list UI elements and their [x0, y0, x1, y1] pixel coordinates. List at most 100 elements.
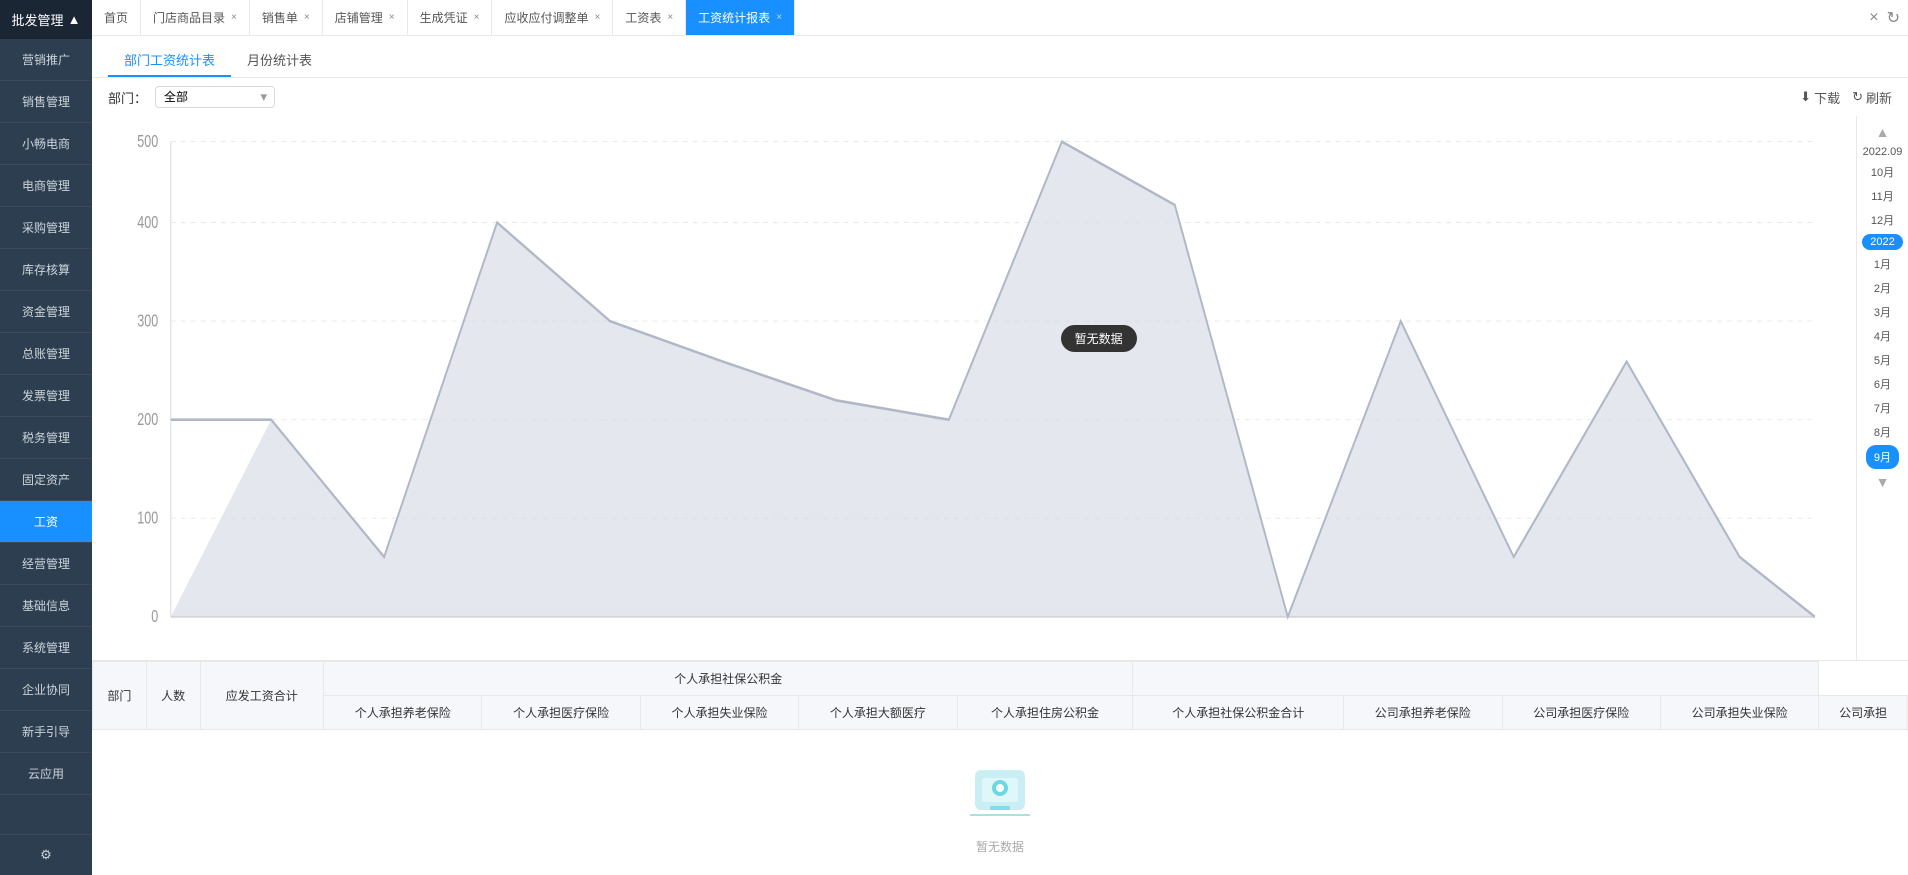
chart-svg: 0 100 200 300 400 500 — [108, 124, 1840, 652]
sub-tab-月份统计表[interactable]: 月份统计表 — [231, 44, 328, 77]
timeline-month-5月[interactable]: 5月 — [1862, 348, 1902, 372]
col-c-other: 公司承担 — [1819, 696, 1908, 730]
close-all-button[interactable]: × — [1869, 9, 1878, 27]
tab-门店商品目录[interactable]: 门店商品目录 × — [141, 0, 250, 35]
timeline-month-2月[interactable]: 2月 — [1862, 276, 1902, 300]
sidebar-item-库存核算[interactable]: 库存核算 — [0, 249, 92, 291]
main-area: 首页门店商品目录×销售单×店铺管理×生成凭证×应收应付调整单×工资表×工资统计报… — [92, 0, 1908, 875]
col-p-large-medical: 个人承担大额医疗 — [799, 696, 957, 730]
download-button[interactable]: ⬇ 下载 — [1800, 88, 1840, 107]
sidebar-item-营销推广[interactable]: 营销推广 — [0, 39, 92, 81]
tab-label: 应收应付调整单 — [504, 9, 588, 26]
download-label: 下载 — [1814, 88, 1840, 107]
timeline-up-arrow[interactable]: ▲ — [1876, 120, 1890, 144]
timeline-month-10月[interactable]: 10月 — [1862, 160, 1902, 184]
tab-close-icon[interactable]: × — [474, 12, 480, 23]
col-p-medical: 个人承担医疗保险 — [482, 696, 640, 730]
timeline-month-6月[interactable]: 6月 — [1862, 372, 1902, 396]
chart-area: 0 100 200 300 400 500 暂无数据 ▲ — [92, 116, 1908, 660]
refresh-icon: ↻ — [1852, 89, 1863, 105]
tab-label: 工资表 — [625, 9, 661, 26]
no-data-icon — [960, 750, 1040, 830]
sidebar-item-固定资产[interactable]: 固定资产 — [0, 459, 92, 501]
sidebar-expand-icon: ▲ — [68, 12, 81, 27]
svg-text:200: 200 — [137, 410, 158, 430]
sidebar-item-经营管理[interactable]: 经营管理 — [0, 543, 92, 585]
timeline-month-8月[interactable]: 8月 — [1862, 420, 1902, 444]
tab-close-icon[interactable]: × — [304, 12, 310, 23]
sidebar-item-新手引导[interactable]: 新手引导 — [0, 711, 92, 753]
sidebar-item-系统管理[interactable]: 系统管理 — [0, 627, 92, 669]
dept-select-wrap: 全部 — [155, 86, 275, 108]
table-section: 部门 人数 应发工资合计 个人承担社保公积金 个人承担养老保险 个人承担医疗保险… — [92, 660, 1908, 875]
tab-close-icon[interactable]: × — [667, 12, 673, 23]
chart-container: 0 100 200 300 400 500 暂无数据 — [92, 116, 1856, 660]
col-p-total: 个人承担社保公积金合计 — [1133, 696, 1344, 730]
svg-text:500: 500 — [137, 132, 158, 152]
sidebar-top[interactable]: 批发管理 ▲ — [0, 0, 92, 39]
refresh-label: 刷新 — [1866, 88, 1892, 107]
col-personal-group: 个人承担社保公积金 — [324, 662, 1133, 696]
sidebar-item-税务管理[interactable]: 税务管理 — [0, 417, 92, 459]
sidebar-item-销售管理[interactable]: 销售管理 — [0, 81, 92, 123]
table-no-data: 暂无数据 — [92, 730, 1908, 875]
toolbar-left: 部门： 全部 — [108, 86, 275, 108]
col-count: 人数 — [146, 662, 200, 730]
chart-no-data-tooltip: 暂无数据 — [1061, 325, 1137, 352]
sidebar: 批发管理 ▲ 营销推广销售管理小畅电商电商管理采购管理库存核算资金管理总账管理发… — [0, 0, 92, 875]
tab-工资统计报表[interactable]: 工资统计报表× — [686, 0, 795, 35]
download-icon: ⬇ — [1800, 89, 1811, 105]
svg-text:0: 0 — [151, 607, 158, 627]
sidebar-item-云应用[interactable]: 云应用 — [0, 753, 92, 795]
sub-tab-部门工资统计表[interactable]: 部门工资统计表 — [108, 44, 231, 77]
timeline-month-1月[interactable]: 1月 — [1862, 252, 1902, 276]
sidebar-item-总账管理[interactable]: 总账管理 — [0, 333, 92, 375]
sidebar-settings[interactable]: ⚙ — [0, 834, 92, 875]
sidebar-item-电商管理[interactable]: 电商管理 — [0, 165, 92, 207]
timeline-year-label: 2022.09 — [1859, 144, 1907, 160]
sidebar-item-基础信息[interactable]: 基础信息 — [0, 585, 92, 627]
tab-生成凭证[interactable]: 生成凭证 × — [408, 0, 493, 35]
toolbar: 部门： 全部 ⬇ 下载 ↻ 刷新 — [92, 78, 1908, 116]
table-no-data-text: 暂无数据 — [976, 838, 1024, 855]
col-c-medical: 公司承担医疗保险 — [1502, 696, 1660, 730]
timeline-month-12月[interactable]: 12月 — [1862, 208, 1902, 232]
tab-工资表[interactable]: 工资表 × — [613, 0, 686, 35]
sidebar-item-资金管理[interactable]: 资金管理 — [0, 291, 92, 333]
refresh-all-button[interactable]: ↻ — [1887, 8, 1900, 28]
tab-label: 生成凭证 — [420, 9, 468, 26]
timeline-down-arrow[interactable]: ▼ — [1876, 470, 1890, 494]
tab-应收应付调整单[interactable]: 应收应付调整单 × — [492, 0, 613, 35]
col-p-unemployment: 个人承担失业保险 — [640, 696, 798, 730]
timeline-year-2022[interactable]: 2022 — [1862, 234, 1902, 250]
tab-end-controls: × ↻ — [1861, 8, 1908, 28]
data-table: 部门 人数 应发工资合计 个人承担社保公积金 个人承担养老保险 个人承担医疗保险… — [92, 661, 1908, 730]
timeline-month-3月[interactable]: 3月 — [1862, 300, 1902, 324]
refresh-button[interactable]: ↻ 刷新 — [1852, 88, 1892, 107]
col-c-unemployment: 公司承担失业保险 — [1660, 696, 1818, 730]
tab-店铺管理[interactable]: 店铺管理× — [323, 0, 408, 35]
sidebar-items: 营销推广销售管理小畅电商电商管理采购管理库存核算资金管理总账管理发票管理税务管理… — [0, 39, 92, 834]
timeline-month-4月[interactable]: 4月 — [1862, 324, 1902, 348]
content-area: 部门工资统计表月份统计表 部门： 全部 ⬇ 下载 ↻ 刷新 — [92, 36, 1908, 875]
timeline-month-11月[interactable]: 11月 — [1862, 184, 1902, 208]
sidebar-item-发票管理[interactable]: 发票管理 — [0, 375, 92, 417]
sidebar-item-企业协同[interactable]: 企业协同 — [0, 669, 92, 711]
tab-销售单[interactable]: 销售单× — [250, 0, 323, 35]
tab-close-icon[interactable]: × — [776, 12, 782, 23]
dept-select[interactable]: 全部 — [155, 86, 275, 108]
tab-close-icon[interactable]: × — [231, 12, 237, 23]
timeline-month-7月[interactable]: 7月 — [1862, 396, 1902, 420]
col-total-wage: 应发工资合计 — [200, 662, 324, 730]
sidebar-item-工资[interactable]: 工资 — [0, 501, 92, 543]
sidebar-item-小畅电商[interactable]: 小畅电商 — [0, 123, 92, 165]
tab-label: 门店商品目录 — [153, 9, 225, 26]
toolbar-right: ⬇ 下载 ↻ 刷新 — [1800, 88, 1892, 107]
tab-close-icon[interactable]: × — [594, 12, 600, 23]
timeline-month-9月[interactable]: 9月 — [1866, 445, 1898, 469]
sidebar-item-采购管理[interactable]: 采购管理 — [0, 207, 92, 249]
tab-close-icon[interactable]: × — [389, 12, 395, 23]
col-c-pension: 公司承担养老保险 — [1344, 696, 1502, 730]
tab-首页[interactable]: 首页 — [92, 0, 141, 35]
col-p-pension: 个人承担养老保险 — [324, 696, 482, 730]
